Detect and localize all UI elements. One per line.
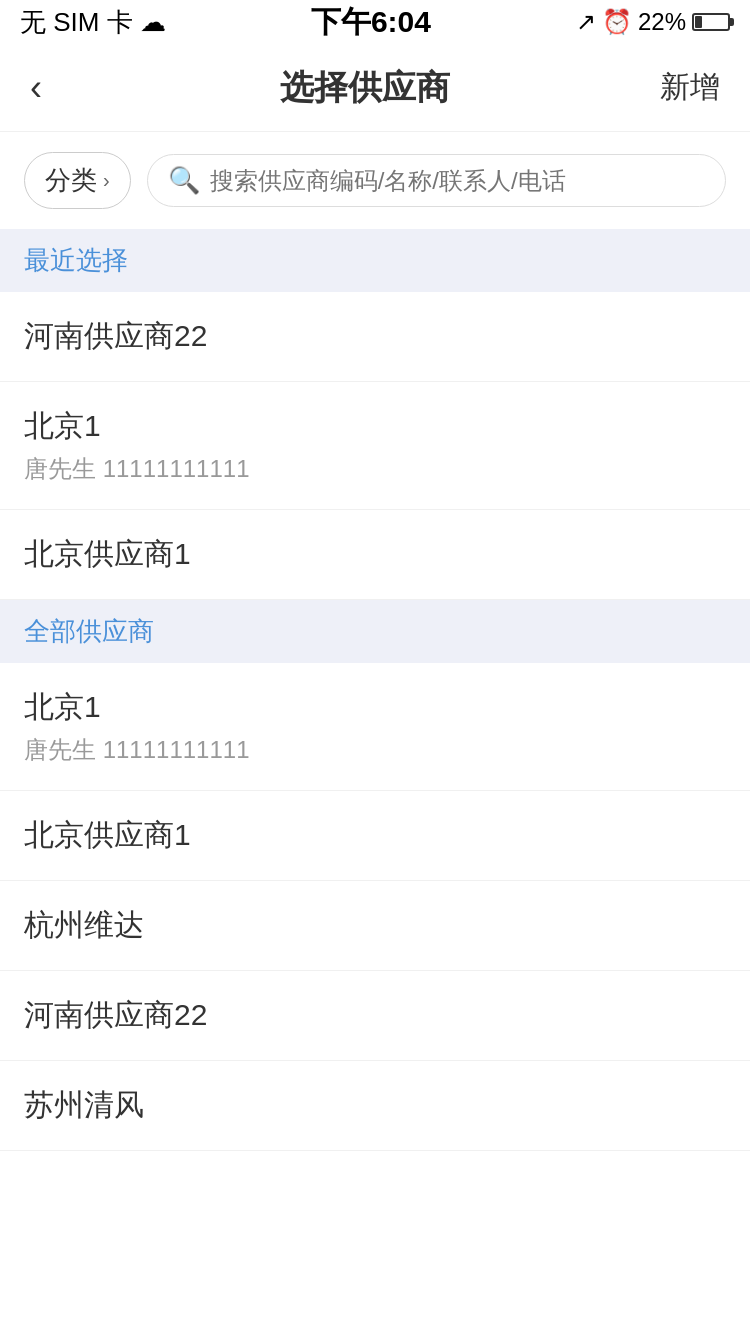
recent-section-label: 最近选择	[24, 245, 128, 275]
recent-list: 河南供应商22 北京1 唐先生 11111111111 北京供应商1	[0, 292, 750, 600]
search-input[interactable]	[210, 167, 705, 195]
no-sim-label: 无 SIM 卡 ☁	[20, 5, 166, 40]
all-section-header: 全部供应商	[0, 600, 750, 663]
list-item[interactable]: 北京1 唐先生 11111111111	[0, 663, 750, 791]
list-item[interactable]: 杭州维达	[0, 881, 750, 971]
item-sub: 唐先生 11111111111	[24, 734, 726, 766]
list-item[interactable]: 北京1 唐先生 11111111111	[0, 382, 750, 510]
back-button[interactable]: ‹	[30, 67, 90, 109]
item-sub: 唐先生 11111111111	[24, 453, 726, 485]
status-time: 下午6:04	[311, 2, 431, 43]
item-name: 河南供应商22	[24, 316, 726, 357]
all-section-label: 全部供应商	[24, 616, 154, 646]
list-item[interactable]: 苏州清风	[0, 1061, 750, 1151]
item-name: 北京供应商1	[24, 815, 726, 856]
search-box[interactable]: 🔍	[147, 154, 726, 207]
item-name: 河南供应商22	[24, 995, 726, 1036]
recent-section-header: 最近选择	[0, 229, 750, 292]
search-icon: 🔍	[168, 165, 200, 196]
list-item[interactable]: 河南供应商22	[0, 971, 750, 1061]
battery-icon	[692, 13, 730, 31]
status-right: ↗ ⏰ 22%	[576, 8, 730, 36]
chevron-right-icon: ›	[103, 169, 110, 192]
nav-bar: ‹ 选择供应商 新增	[0, 44, 750, 132]
page-title: 选择供应商	[280, 65, 450, 111]
list-item[interactable]: 河南供应商22	[0, 292, 750, 382]
list-item[interactable]: 北京供应商1	[0, 791, 750, 881]
item-name: 北京1	[24, 406, 726, 447]
item-name: 北京供应商1	[24, 534, 726, 575]
category-label: 分类	[45, 163, 97, 198]
status-left: 无 SIM 卡 ☁	[20, 5, 166, 40]
list-item[interactable]: 北京供应商1	[0, 510, 750, 600]
status-bar: 无 SIM 卡 ☁ 下午6:04 ↗ ⏰ 22%	[0, 0, 750, 44]
item-name: 杭州维达	[24, 905, 726, 946]
filter-row: 分类 › 🔍	[0, 132, 750, 229]
all-list: 北京1 唐先生 11111111111 北京供应商1 杭州维达河南供应商22 苏州清风	[0, 663, 750, 1151]
alarm-icon: ⏰	[602, 8, 632, 36]
battery-percent: 22%	[638, 8, 686, 36]
item-name: 北京1	[24, 687, 726, 728]
item-name: 苏州清风	[24, 1085, 726, 1126]
location-icon: ↗	[576, 8, 596, 36]
category-button[interactable]: 分类 ›	[24, 152, 131, 209]
add-button[interactable]: 新增	[640, 67, 720, 108]
